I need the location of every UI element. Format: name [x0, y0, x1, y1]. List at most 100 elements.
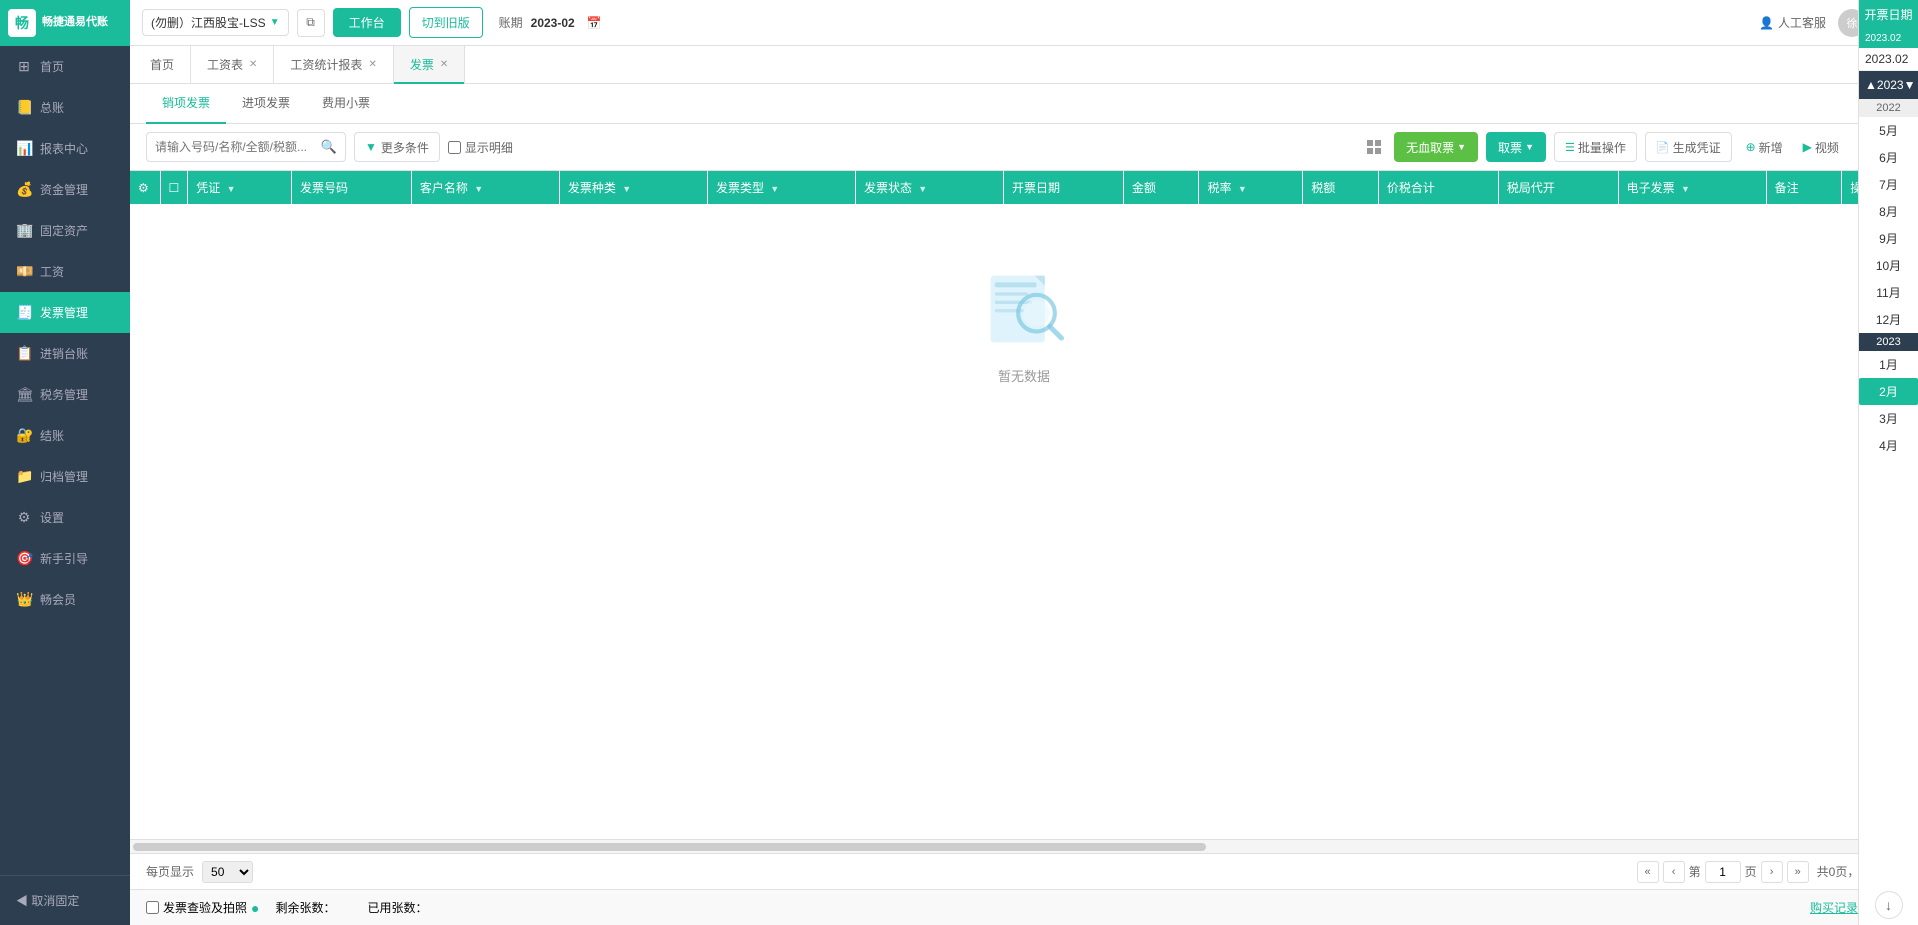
col-open-date: 开票日期	[1003, 171, 1123, 204]
video-button[interactable]: ▶ 视频	[1797, 132, 1845, 162]
customer-filter-icon[interactable]: ▼	[474, 184, 483, 194]
per-page-select[interactable]: 50 100 200	[202, 861, 253, 883]
sidebar-item-funds[interactable]: 💰 资金管理	[0, 169, 130, 210]
page-number-input[interactable]	[1705, 861, 1741, 883]
sidebar-item-home[interactable]: ⊞ 首页	[0, 46, 130, 87]
tax-icon: 🏛	[16, 386, 32, 403]
no-tax-dropdown-icon: ▼	[1457, 142, 1466, 152]
sidebar-item-payroll[interactable]: 💴 工资	[0, 251, 130, 292]
support-button[interactable]: 👤 人工客服	[1759, 14, 1826, 31]
tab-salary-table[interactable]: 工资表 ✕	[191, 46, 274, 84]
sales-icon: 📋	[16, 345, 32, 362]
used-label: 已用张数：	[368, 899, 428, 916]
invoice-check-checkbox[interactable]	[146, 901, 159, 914]
month-2023-2[interactable]: 2月	[1859, 378, 1918, 405]
sidebar-label-settings: 设置	[40, 509, 64, 526]
voucher-filter-icon[interactable]: ▼	[227, 184, 236, 194]
show-detail-checkbox[interactable]: 显示明细	[448, 139, 513, 156]
no-tax-button[interactable]: 无血取票 ▼	[1394, 132, 1478, 162]
search-input[interactable]	[155, 140, 317, 154]
sidebar-item-settings[interactable]: ⚙ 设置	[0, 497, 130, 538]
sidebar-item-reports[interactable]: 📊 报表中心	[0, 128, 130, 169]
sidebar-item-assets[interactable]: 🏢 固定资产	[0, 210, 130, 251]
tab-home-label: 首页	[150, 56, 174, 73]
search-field[interactable]: 🔍	[146, 132, 346, 162]
month-2023-1[interactable]: 1月	[1859, 351, 1918, 378]
detail-checkbox[interactable]	[448, 141, 461, 154]
unpin-button[interactable]: ◀ 取消固定	[0, 884, 130, 917]
subtab-expense-receipt[interactable]: 费用小票	[306, 84, 386, 124]
tax-rate-filter-icon[interactable]: ▼	[1238, 184, 1247, 194]
tab-home[interactable]: 首页	[130, 46, 191, 84]
month-2022-5[interactable]: 5月	[1859, 117, 1918, 144]
col-invoice-type: 发票种类 ▼	[559, 171, 707, 204]
inv-type-filter-icon[interactable]: ▼	[622, 184, 631, 194]
unpin-label: ◀ 取消固定	[16, 892, 79, 909]
inv-cat-filter-icon[interactable]: ▼	[770, 184, 779, 194]
empty-illustration	[974, 264, 1074, 354]
month-2022-12[interactable]: 12月	[1859, 306, 1918, 333]
subtab-purchase-invoice[interactable]: 进项发票	[226, 84, 306, 124]
year-up-button[interactable]: ▲	[1865, 78, 1877, 92]
prev-page-button[interactable]: ‹	[1663, 861, 1685, 883]
year-down-button[interactable]: ▼	[1904, 78, 1916, 92]
scrollbar-area[interactable]	[130, 839, 1918, 853]
month-2023-3[interactable]: 3月	[1859, 405, 1918, 432]
support-icon: 👤	[1759, 16, 1774, 30]
company-name: (勿删）江西股宝-LSS	[151, 14, 266, 31]
take-ticket-button[interactable]: 取票 ▼	[1486, 132, 1546, 162]
first-page-button[interactable]: «	[1637, 861, 1659, 883]
switch-version-button[interactable]: 切到旧版	[409, 7, 483, 38]
sidebar-item-ledger[interactable]: 📒 总账	[0, 87, 130, 128]
purchase-record-link[interactable]: 购买记录	[1810, 899, 1858, 916]
copy-icon: ⧉	[306, 15, 315, 30]
col-checkbox[interactable]: ☐	[160, 171, 188, 204]
period-calendar-icon[interactable]: 📅	[587, 16, 602, 30]
sidebar-item-closing[interactable]: 🔐 结账	[0, 415, 130, 456]
payroll-icon: 💴	[16, 263, 32, 280]
filter-button[interactable]: ▼ 更多条件	[354, 132, 440, 162]
col-settings[interactable]: ⚙	[130, 171, 160, 204]
generate-voucher-button[interactable]: 📄 生成凭证	[1645, 132, 1732, 162]
tab-salary-close-icon[interactable]: ✕	[249, 59, 257, 70]
copy-button[interactable]: ⧉	[297, 9, 325, 37]
last-page-button[interactable]: »	[1787, 861, 1809, 883]
date-panel-scroll-down[interactable]: ↓	[1875, 891, 1903, 919]
sidebar-item-member[interactable]: 👑 畅会员	[0, 579, 130, 620]
sidebar-item-tax[interactable]: 🏛 税务管理	[0, 374, 130, 415]
tab-invoice[interactable]: 发票 ✕	[394, 46, 465, 84]
grid-view-icon[interactable]	[1362, 135, 1386, 159]
topbar: (勿删）江西股宝-LSS ▼ ⧉ 工作台 切到旧版 账期 2023-02 📅 👤…	[130, 0, 1918, 46]
sidebar-item-invoices[interactable]: 🧾 发票管理	[0, 292, 130, 333]
col-remark: 备注	[1766, 171, 1842, 204]
month-2022-9[interactable]: 9月	[1859, 225, 1918, 252]
next-page-button[interactable]: ›	[1761, 861, 1783, 883]
batch-op-button[interactable]: ☰ 批量操作	[1554, 132, 1637, 162]
page-label: 第	[1689, 863, 1701, 880]
month-2022-8[interactable]: 8月	[1859, 198, 1918, 225]
workbench-button[interactable]: 工作台	[333, 8, 401, 37]
month-2022-10[interactable]: 10月	[1859, 252, 1918, 279]
new-button[interactable]: ⊕ 新增	[1740, 132, 1789, 162]
date-panel-second-date[interactable]: 2023.02	[1859, 48, 1918, 71]
inv-status-filter-icon[interactable]: ▼	[918, 184, 927, 194]
sidebar-item-guide[interactable]: 🎯 新手引导	[0, 538, 130, 579]
sidebar-label-reports: 报表中心	[40, 140, 88, 157]
sidebar-item-sales[interactable]: 📋 进销台账	[0, 333, 130, 374]
month-2022-6[interactable]: 6月	[1859, 144, 1918, 171]
date-panel-header[interactable]: 开票日期	[1859, 0, 1918, 29]
month-2023-4[interactable]: 4月	[1859, 432, 1918, 459]
subtab-sales-invoice[interactable]: 销项发票	[146, 84, 226, 124]
e-inv-filter-icon[interactable]: ▼	[1681, 184, 1690, 194]
search-icon[interactable]: 🔍	[321, 139, 337, 155]
company-selector[interactable]: (勿删）江西股宝-LSS ▼	[142, 9, 289, 36]
tab-invoice-close-icon[interactable]: ✕	[440, 59, 448, 70]
month-2022-11[interactable]: 11月	[1859, 279, 1918, 306]
sidebar-item-archive[interactable]: 📁 归档管理	[0, 456, 130, 497]
tab-salary-stats-close-icon[interactable]: ✕	[368, 59, 376, 70]
month-2022-7[interactable]: 7月	[1859, 171, 1918, 198]
sidebar-label-payroll: 工资	[40, 263, 64, 280]
closing-icon: 🔐	[16, 427, 32, 444]
toolbar: 🔍 ▼ 更多条件 显示明细 无血取票 ▼	[130, 124, 1918, 171]
tab-salary-stats[interactable]: 工资统计报表 ✕	[274, 46, 393, 84]
